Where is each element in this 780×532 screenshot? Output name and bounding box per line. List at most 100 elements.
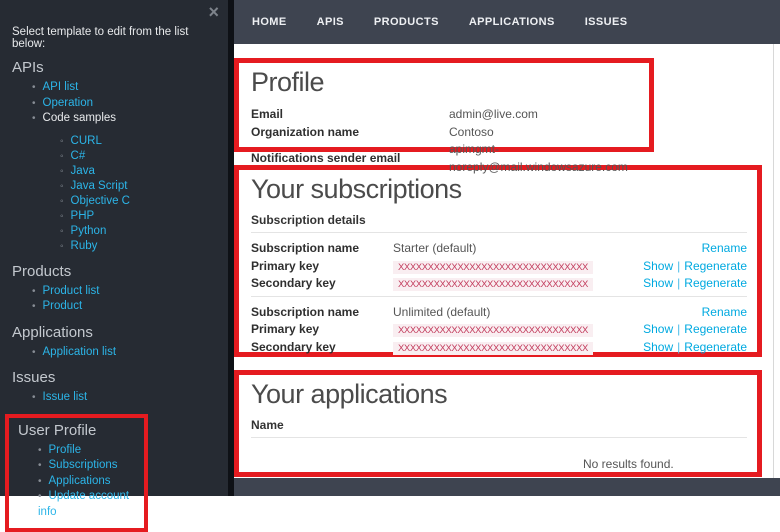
list-item: CURL — [60, 134, 228, 149]
subscription-group: Subscription nameStarter (default)Rename… — [251, 240, 747, 293]
subscriptions-title: Your subscriptions — [251, 172, 747, 206]
masked-key-value: XXXXXXXXXXXXXXXXXXXXXXXXXXXXXXXX — [393, 278, 593, 291]
action-separator: | — [677, 276, 680, 290]
field-value: XXXXXXXXXXXXXXXXXXXXXXXXXXXXXXXX — [393, 339, 643, 357]
field-value: XXXXXXXXXXXXXXXXXXXXXXXXXXXXXXXX — [393, 321, 643, 339]
sidebar-item-curl[interactable]: CURL — [71, 135, 102, 147]
profile-row-organization-name: Organization nameContoso — [251, 124, 639, 142]
sidebar-list: Profile Subscriptions Applications Update a… — [9, 443, 144, 521]
show-link[interactable]: Show — [643, 276, 673, 290]
sidebar-item-product[interactable]: Product — [43, 300, 83, 312]
action-separator: | — [677, 259, 680, 273]
profile-title: Profile — [251, 65, 639, 99]
show-link[interactable]: Show — [643, 259, 673, 273]
sidebar-section-title-issues: Issues — [0, 369, 228, 388]
row-actions: Show | Regenerate — [643, 339, 747, 357]
subscription-row-subscription-name: Subscription nameStarter (default)Rename — [251, 240, 747, 258]
sidebar-section-applications: ApplicationsApplication list — [0, 324, 228, 361]
list-item: Product list — [32, 284, 228, 300]
list-item: Ruby — [60, 239, 228, 254]
top-nav-list: HOMEAPISPRODUCTSAPPLICATIONSISSUES — [234, 0, 642, 44]
list-item: Issue list — [32, 390, 228, 406]
sidebar-section-title-products: Products — [0, 263, 228, 282]
subscription-groups: Subscription nameStarter (default)Rename… — [251, 240, 747, 356]
rename-link[interactable]: Rename — [702, 241, 747, 255]
page-content: Profile Emailadmin@live.comOrganization … — [234, 44, 774, 478]
row-actions: Show | Regenerate — [643, 275, 747, 293]
nav-item-apis[interactable]: APIS — [302, 0, 359, 44]
subscription-row-subscription-name: Subscription nameUnlimited (default)Rena… — [251, 304, 747, 322]
sidebar-item-profile[interactable]: Profile — [49, 444, 82, 456]
profile-row-email: Emailadmin@live.com — [251, 106, 639, 124]
sidebar-item-python[interactable]: Python — [71, 225, 107, 237]
nav-item-applications[interactable]: APPLICATIONS — [454, 0, 570, 44]
field-value: Contoso — [449, 124, 639, 142]
main-area: HOMEAPISPRODUCTSAPPLICATIONSISSUES Profi… — [228, 0, 780, 496]
field-label: Secondary key — [251, 275, 393, 293]
sidebar-item-product-list[interactable]: Product list — [43, 285, 100, 297]
list-item: Operation — [32, 96, 228, 112]
template-sidebar: × Select template to edit from the list … — [0, 0, 228, 496]
list-item: Subscriptions — [38, 458, 144, 474]
subscription-row-primary-key: Primary keyXXXXXXXXXXXXXXXXXXXXXXXXXXXXX… — [251, 258, 747, 276]
regenerate-link[interactable]: Regenerate — [684, 322, 747, 336]
sidebar-item-operation[interactable]: Operation — [43, 97, 94, 109]
show-link[interactable]: Show — [643, 340, 673, 354]
sidebar-item-update-account-info[interactable]: Update account info — [38, 490, 129, 518]
field-value: Starter (default) — [393, 240, 702, 258]
sidebar-item-code-samples: Code samples — [43, 112, 117, 124]
sidebar-item-c[interactable]: C# — [71, 150, 86, 162]
applications-title: Your applications — [251, 377, 747, 411]
top-navbar: HOMEAPISPRODUCTSAPPLICATIONSISSUES — [234, 0, 780, 44]
sidebar-section-title-user-profile: User Profile — [9, 422, 144, 441]
field-label: Primary key — [251, 258, 393, 276]
sidebar-item-applications[interactable]: Applications — [49, 475, 111, 487]
show-link[interactable]: Show — [643, 322, 673, 336]
profile-rows: Emailadmin@live.comOrganization nameCont… — [251, 106, 639, 176]
field-label: Secondary key — [251, 339, 393, 357]
field-label: Subscription name — [251, 240, 393, 258]
sidebar-section-issues: Issues Issue list — [0, 369, 228, 406]
sidebar-list: Application list — [0, 345, 228, 361]
nav-item-products[interactable]: PRODUCTS — [359, 0, 454, 44]
list-item: Java Script — [60, 179, 228, 194]
sidebar-section-user-profile: User Profile Profile Subscriptions Applicat… — [5, 414, 148, 532]
sidebar-prompt: Select template to edit from the list be… — [0, 0, 228, 50]
rename-link[interactable]: Rename — [702, 305, 747, 319]
sidebar-list: Issue list — [0, 390, 228, 406]
sidebar-item-issue-list[interactable]: Issue list — [43, 391, 88, 403]
sidebar-item-java-script[interactable]: Java Script — [71, 180, 128, 192]
sidebar-item-api-list[interactable]: API list — [43, 81, 79, 93]
row-actions: Rename — [702, 240, 747, 258]
list-item: Python — [60, 224, 228, 239]
list-item: Product — [32, 299, 228, 315]
list-item: Profile — [38, 443, 144, 459]
field-label: Notifications sender email — [251, 150, 449, 168]
divider — [251, 232, 747, 233]
close-icon[interactable]: × — [208, 1, 219, 23]
sidebar-item-application-list[interactable]: Application list — [43, 346, 117, 358]
nav-item-issues[interactable]: ISSUES — [570, 0, 643, 44]
profile-section: Profile Emailadmin@live.comOrganization … — [234, 58, 654, 152]
sidebar-item-php[interactable]: PHP — [71, 210, 95, 222]
sidebar-item-ruby[interactable]: Ruby — [71, 240, 98, 252]
field-value: XXXXXXXXXXXXXXXXXXXXXXXXXXXXXXXX — [393, 275, 643, 293]
sidebar-item-subscriptions[interactable]: Subscriptions — [49, 459, 118, 471]
regenerate-link[interactable]: Regenerate — [684, 276, 747, 290]
field-value: Unlimited (default) — [393, 304, 702, 322]
divider — [251, 296, 747, 297]
applications-name-column-header: Name — [251, 418, 747, 432]
page-footer — [234, 478, 780, 496]
regenerate-link[interactable]: Regenerate — [684, 259, 747, 273]
divider — [251, 437, 747, 438]
masked-key-value: XXXXXXXXXXXXXXXXXXXXXXXXXXXXXXXX — [393, 261, 593, 274]
action-separator: | — [677, 340, 680, 354]
sidebar-item-objective-c[interactable]: Objective C — [71, 195, 130, 207]
applications-section: Your applications Name No results found. — [234, 370, 762, 477]
field-label: Organization name — [251, 124, 449, 142]
field-label: Subscription name — [251, 304, 393, 322]
nav-item-home[interactable]: HOME — [237, 0, 302, 44]
list-item: Application list — [32, 345, 228, 361]
regenerate-link[interactable]: Regenerate — [684, 340, 747, 354]
sidebar-item-java[interactable]: Java — [71, 165, 95, 177]
